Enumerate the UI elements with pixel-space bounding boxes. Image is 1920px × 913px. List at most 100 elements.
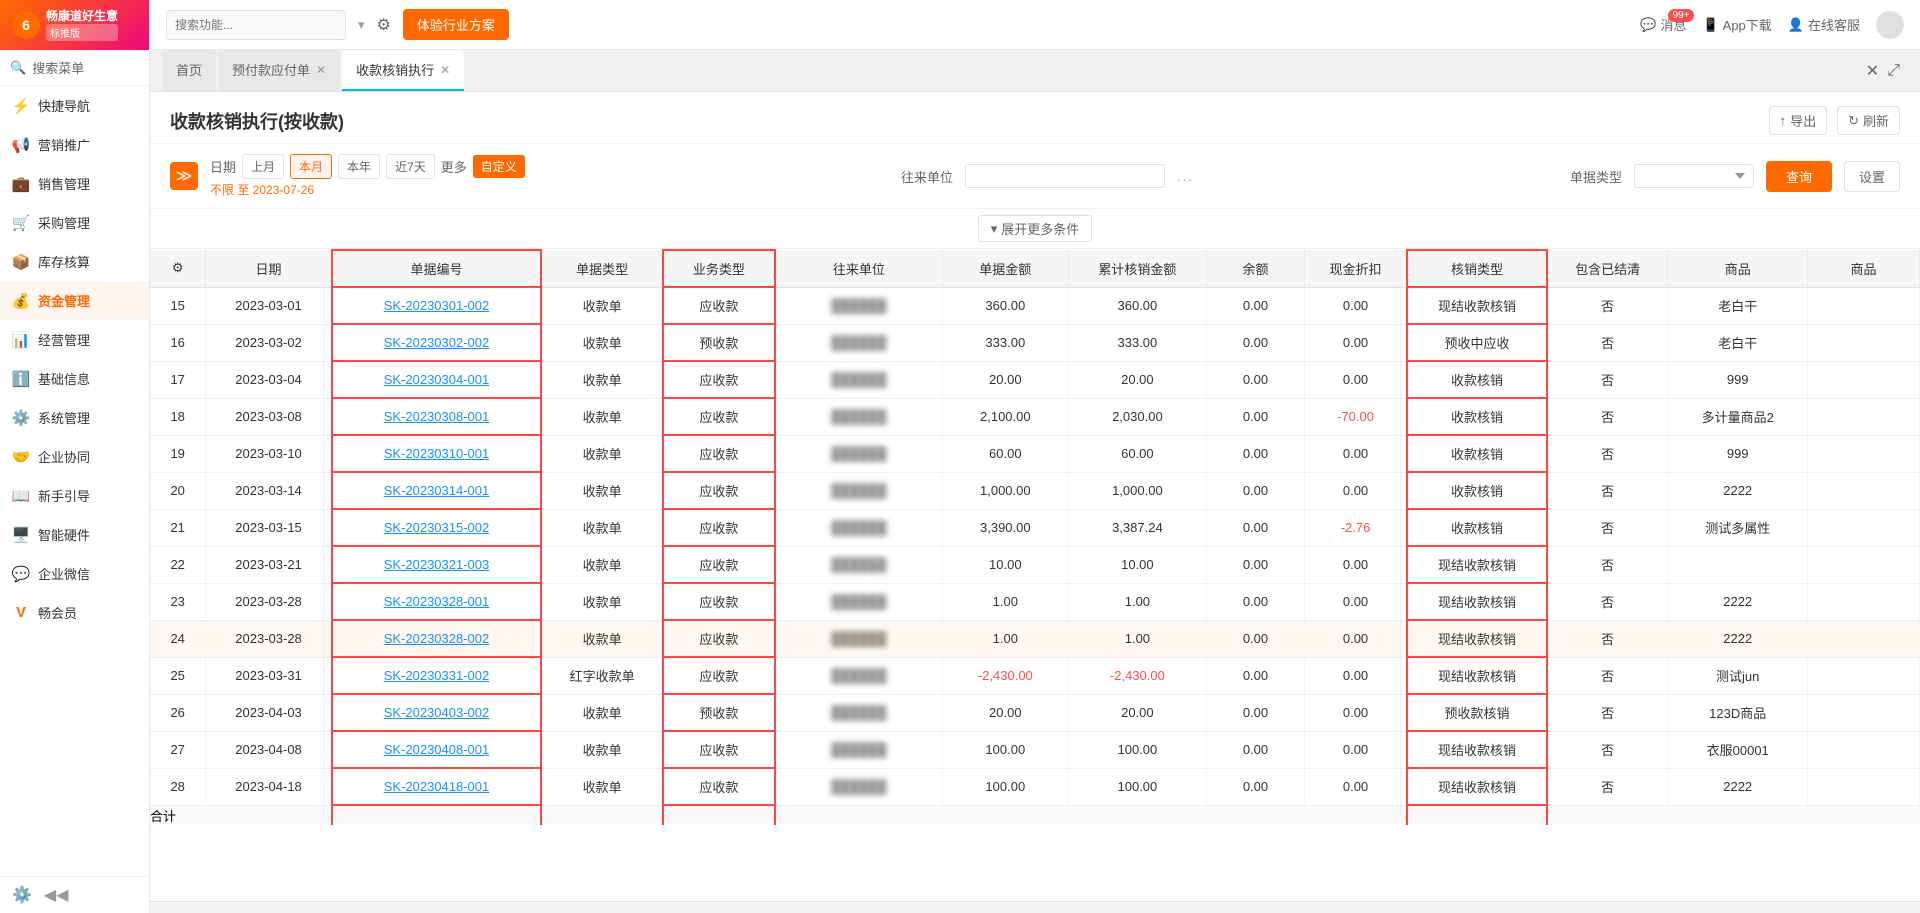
row-type: 收款单	[541, 768, 663, 805]
topbar-gear-icon[interactable]: ⚙	[377, 15, 391, 35]
row-partner: ██████	[775, 620, 943, 657]
sn-link[interactable]: SK-20230301-002	[384, 298, 490, 313]
sn-link[interactable]: SK-20230314-001	[384, 483, 490, 498]
row-partner: ██████	[775, 324, 943, 361]
sn-link[interactable]: SK-20230315-002	[384, 520, 490, 535]
this-year-button[interactable]: 本年	[338, 154, 380, 179]
row-amount: 333.00	[942, 324, 1068, 361]
row-cancel-type: 现结收款核销	[1407, 620, 1547, 657]
row-cancel-amount: 20.00	[1068, 694, 1206, 731]
row-discount: 0.00	[1304, 472, 1407, 509]
row-cancel-amount: 60.00	[1068, 435, 1206, 472]
row-discount: -2.76	[1304, 509, 1407, 546]
message-button[interactable]: 💬 消息 99+	[1640, 15, 1686, 34]
tab-receipt-close-icon[interactable]: ✕	[440, 63, 450, 77]
sidebar-item-sales[interactable]: 💼 销售管理	[0, 164, 149, 203]
tab-home[interactable]: 首页	[162, 50, 216, 91]
row-balance: 0.00	[1207, 768, 1305, 805]
row-balance: 0.00	[1207, 435, 1305, 472]
expand-conditions-button[interactable]: ▾ 展开更多条件	[978, 215, 1093, 242]
refresh-button[interactable]: ↻ 刷新	[1837, 106, 1900, 135]
solution-button[interactable]: 体验行业方案	[403, 9, 509, 40]
sidebar-item-finance[interactable]: 💰 资金管理	[0, 281, 149, 320]
custom-date-button[interactable]: 自定义	[473, 155, 525, 178]
col-settings[interactable]: ⚙	[150, 250, 206, 287]
row-num: 28	[150, 768, 206, 805]
query-button[interactable]: 查询	[1766, 161, 1832, 192]
sn-link[interactable]: SK-20230302-002	[384, 335, 490, 350]
row-biz: 应收款	[663, 435, 775, 472]
purchase-label: 采购管理	[38, 213, 90, 232]
settings-icon[interactable]: ⚙️	[12, 885, 32, 905]
sn-link[interactable]: SK-20230418-001	[384, 779, 490, 794]
footer-amount	[942, 805, 1068, 825]
sidebar-item-purchase[interactable]: 🛒 采购管理	[0, 203, 149, 242]
dots-icon[interactable]: ...	[1177, 169, 1194, 184]
tab-prepay[interactable]: 预付款应付单 ✕	[218, 50, 340, 91]
export-label: 导出	[1790, 111, 1816, 130]
search-input[interactable]	[166, 10, 346, 40]
row-date: 2023-03-14	[206, 472, 332, 509]
member-label: 畅会员	[38, 603, 77, 622]
row-date: 2023-03-10	[206, 435, 332, 472]
row-product2	[1808, 472, 1920, 509]
row-included: 否	[1547, 472, 1668, 509]
sn-link[interactable]: SK-20230328-001	[384, 594, 490, 609]
row-included: 否	[1547, 731, 1668, 768]
row-cancel-amount: 1.00	[1068, 583, 1206, 620]
sidebar-item-member[interactable]: V 畅会员	[0, 593, 149, 632]
row-biz: 应收款	[663, 546, 775, 583]
sn-link[interactable]: SK-20230328-002	[384, 631, 490, 646]
app-download-button[interactable]: 📱 App下载	[1702, 15, 1771, 34]
filter-toggle-button[interactable]: ≫	[170, 162, 198, 190]
table-scroll-bar[interactable]	[150, 901, 1920, 913]
search-menu-item[interactable]: 🔍 搜索菜单	[0, 50, 149, 86]
row-date: 2023-03-02	[206, 324, 332, 361]
footer-included	[1547, 805, 1668, 825]
row-date: 2023-03-21	[206, 546, 332, 583]
partner-input[interactable]	[965, 164, 1165, 188]
sidebar-item-wechat[interactable]: 💬 企业微信	[0, 554, 149, 593]
sidebar-item-basic[interactable]: ℹ️ 基础信息	[0, 359, 149, 398]
last-month-button[interactable]: 上月	[242, 154, 284, 179]
row-biz: 应收款	[663, 620, 775, 657]
setting-button[interactable]: 设置	[1844, 161, 1900, 192]
sn-link[interactable]: SK-20230310-001	[384, 446, 490, 461]
tab-receipt[interactable]: 收款核销执行 ✕	[342, 50, 464, 91]
sidebar-item-marketing[interactable]: 📢 营销推广	[0, 125, 149, 164]
sn-link[interactable]: SK-20230403-002	[384, 705, 490, 720]
user-avatar[interactable]	[1876, 11, 1904, 39]
row-product	[1668, 546, 1808, 583]
row-product2	[1808, 620, 1920, 657]
row-product: 测试jun	[1668, 657, 1808, 694]
expand-btn-label: 展开更多条件	[1001, 219, 1079, 238]
row-biz: 应收款	[663, 509, 775, 546]
page-title: 收款核销执行(按收款)	[170, 108, 344, 134]
row-biz: 应收款	[663, 657, 775, 694]
sn-link[interactable]: SK-20230331-002	[384, 668, 490, 683]
sidebar-item-system[interactable]: ⚙️ 系统管理	[0, 398, 149, 437]
online-service-button[interactable]: 👤 在线客服	[1788, 15, 1860, 34]
expand-tab-button[interactable]: ⤢	[1887, 62, 1900, 80]
tab-prepay-close-icon[interactable]: ✕	[316, 63, 326, 77]
sidebar-item-inventory[interactable]: 📦 库存核算	[0, 242, 149, 281]
sn-link[interactable]: SK-20230321-003	[384, 557, 490, 572]
receipt-type-select[interactable]	[1634, 164, 1754, 188]
export-button[interactable]: ↑ 导出	[1769, 106, 1828, 135]
sn-link[interactable]: SK-20230308-001	[384, 409, 490, 424]
row-cancel-type: 现结收款核销	[1407, 287, 1547, 324]
sidebar-item-operations[interactable]: 📊 经营管理	[0, 320, 149, 359]
sidebar-item-quicknav[interactable]: ⚡ 快捷导航	[0, 86, 149, 125]
last7-button[interactable]: 近7天	[386, 154, 435, 179]
sidebar-item-guide[interactable]: 📖 新手引导	[0, 476, 149, 515]
sidebar-item-collab[interactable]: 🤝 企业协同	[0, 437, 149, 476]
topbar-chevron-icon[interactable]: ▾	[358, 17, 365, 33]
sidebar-item-hardware[interactable]: 🖥️ 智能硬件	[0, 515, 149, 554]
collapse-icon[interactable]: ◀◀	[44, 885, 69, 905]
sn-link[interactable]: SK-20230304-001	[384, 372, 490, 387]
sn-link[interactable]: SK-20230408-001	[384, 742, 490, 757]
logo-icon: 6	[12, 11, 40, 39]
close-tab-button[interactable]: ✕	[1866, 61, 1879, 81]
this-month-button[interactable]: 本月	[290, 154, 332, 179]
inventory-label: 库存核算	[38, 252, 90, 271]
